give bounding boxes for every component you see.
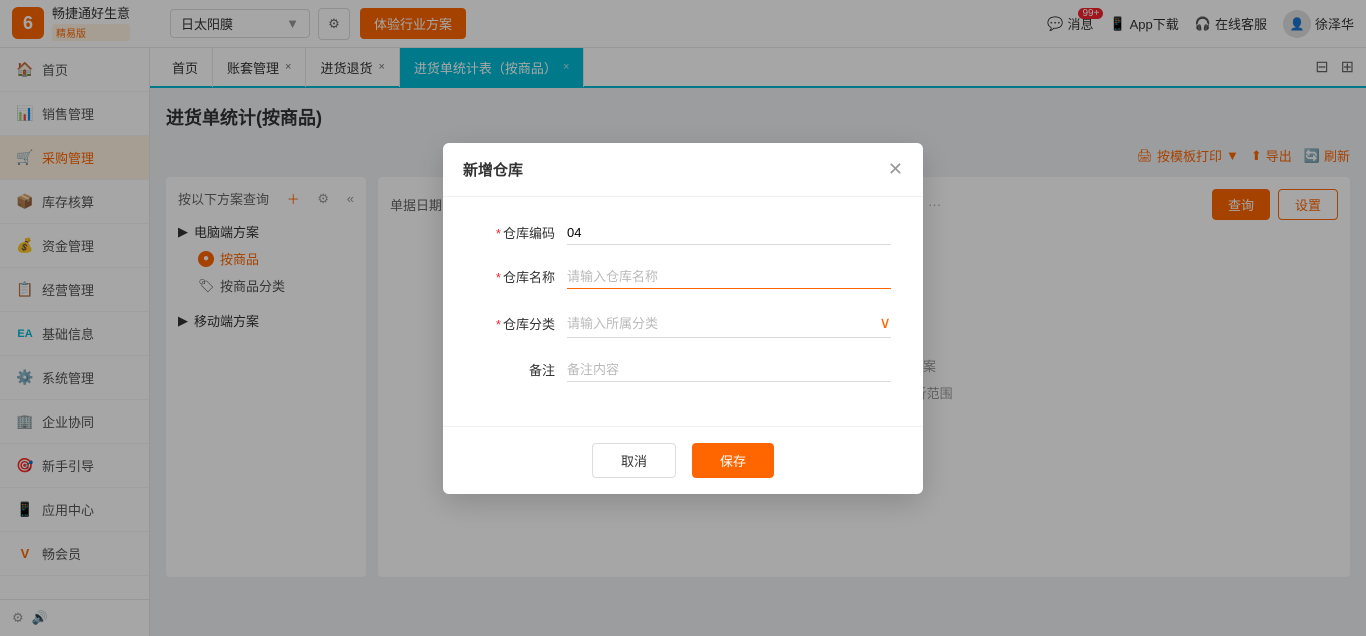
name-input[interactable] [567, 265, 891, 289]
save-button[interactable]: 保存 [692, 443, 774, 478]
category-label: 仓库分类 [475, 314, 555, 333]
form-row-note: 备注 [475, 358, 891, 382]
modal-body: 仓库编码 仓库名称 仓库分类 请输入所属分类 ∨ 备注 [443, 197, 923, 426]
modal-overlay: 新增仓库 ✕ 仓库编码 仓库名称 仓库分类 请输入所属分类 ∨ 备注 [0, 0, 1366, 636]
code-input[interactable] [567, 221, 891, 245]
modal-footer: 取消 保存 [443, 426, 923, 494]
cancel-button[interactable]: 取消 [592, 443, 676, 478]
modal-close-button[interactable]: ✕ [888, 159, 903, 180]
form-row-name: 仓库名称 [475, 265, 891, 289]
note-input[interactable] [567, 358, 891, 382]
form-row-category: 仓库分类 请输入所属分类 ∨ [475, 309, 891, 338]
form-row-code: 仓库编码 [475, 221, 891, 245]
category-placeholder: 请输入所属分类 [567, 313, 658, 332]
name-label: 仓库名称 [475, 267, 555, 286]
add-warehouse-modal: 新增仓库 ✕ 仓库编码 仓库名称 仓库分类 请输入所属分类 ∨ 备注 [443, 143, 923, 494]
code-label: 仓库编码 [475, 223, 555, 242]
category-dropdown-icon: ∨ [879, 313, 891, 333]
modal-title: 新增仓库 [463, 159, 523, 180]
modal-header: 新增仓库 ✕ [443, 143, 923, 197]
category-select[interactable]: 请输入所属分类 ∨ [567, 309, 891, 338]
note-label: 备注 [475, 360, 555, 379]
